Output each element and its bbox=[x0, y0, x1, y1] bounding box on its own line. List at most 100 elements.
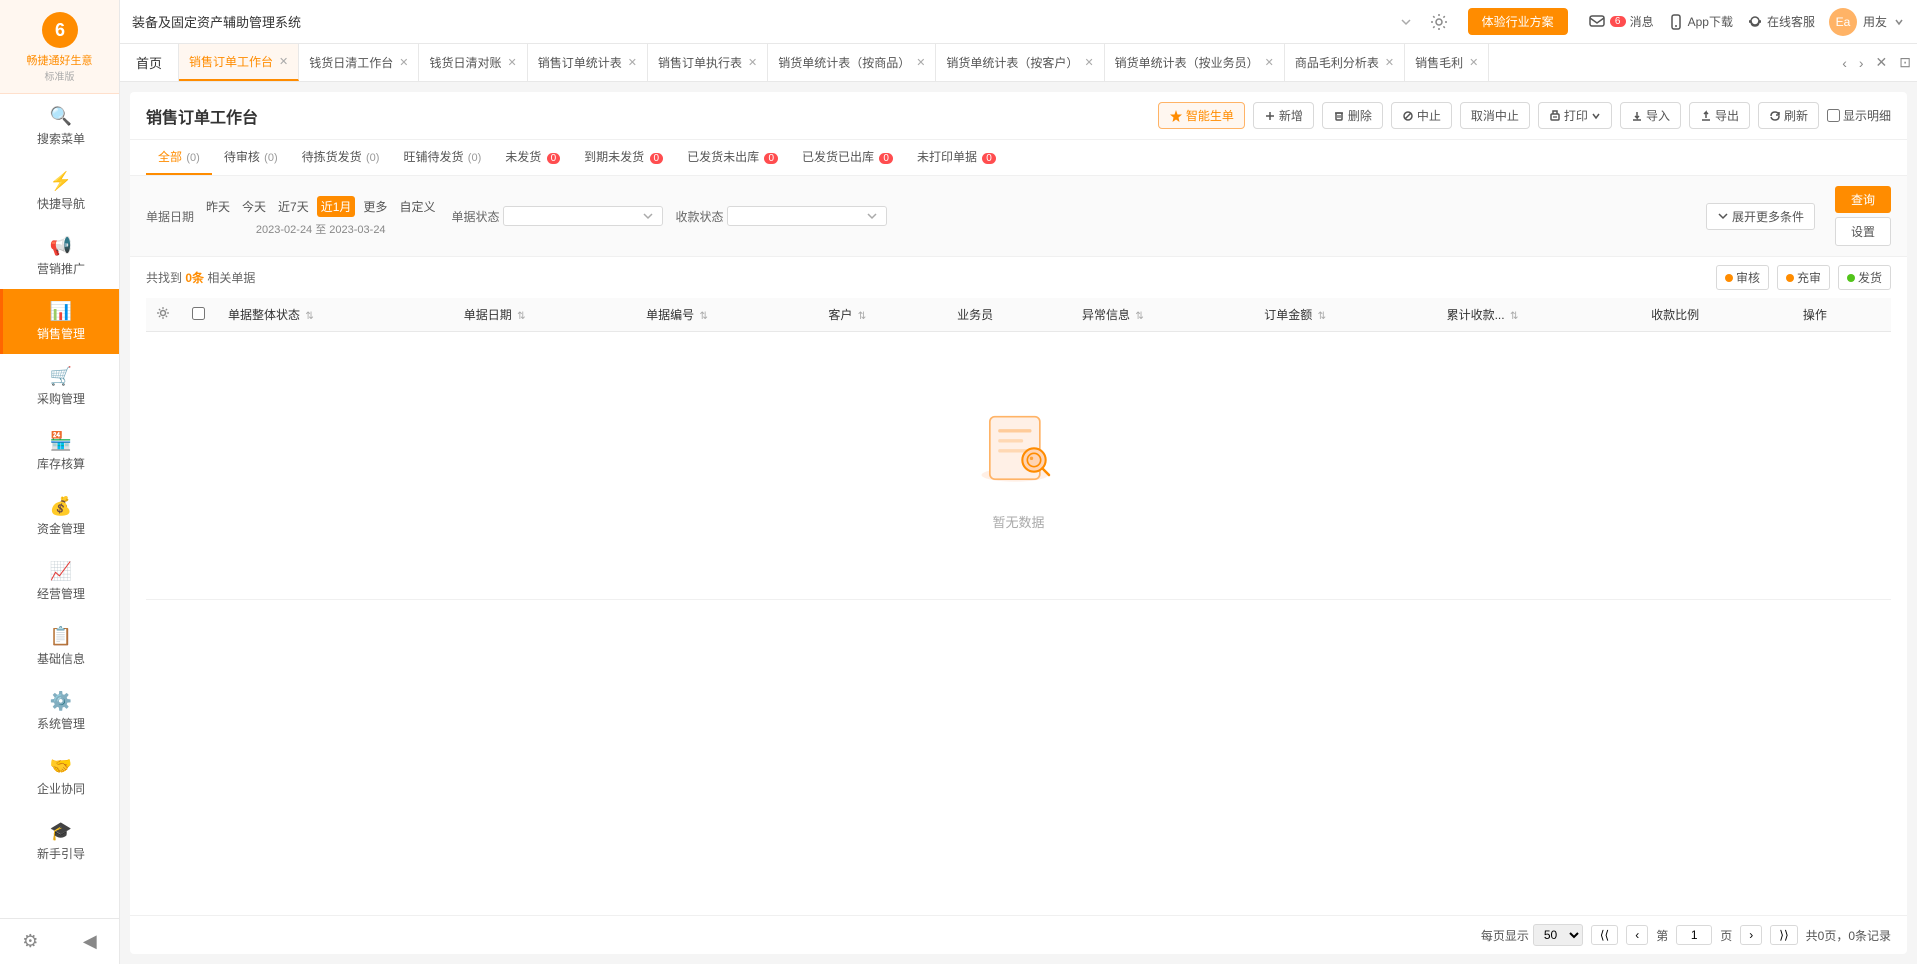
show-detail-input[interactable] bbox=[1827, 109, 1840, 122]
sidebar-item-operations[interactable]: 📈 经营管理 bbox=[0, 549, 119, 614]
tab-close-icon[interactable]: ✕ bbox=[1084, 56, 1093, 69]
sub-tab-wangpu[interactable]: 旺铺待发货 (0) bbox=[391, 140, 493, 175]
date-option-7days[interactable]: 近7天 bbox=[274, 196, 313, 217]
sidebar-item-marketing[interactable]: 📢 营销推广 bbox=[0, 224, 119, 289]
page-size-dropdown[interactable]: 50 20 100 bbox=[1533, 924, 1583, 946]
message-btn[interactable]: 6 消息 bbox=[1588, 13, 1654, 31]
settings-btn[interactable]: ⚙ bbox=[14, 927, 46, 956]
date-option-today[interactable]: 今天 bbox=[238, 196, 270, 217]
date-option-custom[interactable]: 自定义 bbox=[395, 196, 439, 217]
tab-close-icon[interactable]: ✕ bbox=[748, 56, 757, 69]
sub-tab-not-printed[interactable]: 未打印单据 0 bbox=[905, 140, 1008, 175]
tab-sales-order-stats[interactable]: 销售订单统计表 ✕ bbox=[528, 44, 648, 81]
sort-icon[interactable]: ⇅ bbox=[1318, 311, 1326, 322]
page-next-btn[interactable]: › bbox=[1740, 925, 1762, 945]
sub-tab-not-shipped[interactable]: 未发货 0 bbox=[493, 140, 572, 175]
page-last-btn[interactable]: ⟩⟩ bbox=[1770, 925, 1797, 945]
sidebar-item-finance[interactable]: 💰 资金管理 bbox=[0, 484, 119, 549]
add-btn[interactable]: 新增 bbox=[1253, 102, 1314, 129]
import-btn[interactable]: 导入 bbox=[1620, 102, 1681, 129]
sort-icon[interactable]: ⇅ bbox=[305, 311, 313, 322]
query-btn[interactable]: 查询 bbox=[1835, 186, 1891, 213]
cancel-review-btn[interactable]: 充审 bbox=[1777, 265, 1830, 290]
refresh-btn[interactable]: 刷新 bbox=[1758, 102, 1819, 129]
sidebar-item-quick-nav[interactable]: ⚡ 快捷导航 bbox=[0, 159, 119, 224]
sort-icon[interactable]: ⇅ bbox=[517, 311, 525, 322]
tab-close-icon[interactable]: ✕ bbox=[279, 55, 288, 68]
tab-sales-more[interactable]: 销售毛利 ✕ bbox=[1405, 44, 1489, 81]
sidebar-item-basic-info[interactable]: 📋 基础信息 bbox=[0, 614, 119, 679]
th-checkbox[interactable] bbox=[182, 298, 218, 332]
sub-tab-shipped-not-out[interactable]: 已发货未出库 0 bbox=[675, 140, 790, 175]
stop-btn[interactable]: 中止 bbox=[1391, 102, 1452, 129]
tab-sales-order-workbench[interactable]: 销售订单工作台 ✕ bbox=[179, 44, 299, 81]
sidebar-item-cooperation[interactable]: 🤝 企业协同 bbox=[0, 744, 119, 809]
tab-cash-daily[interactable]: 钱货日清工作台 ✕ bbox=[299, 44, 419, 81]
page-first-btn[interactable]: ⟨⟨ bbox=[1591, 925, 1618, 945]
table-settings-icon[interactable] bbox=[156, 306, 170, 320]
sub-tab-all[interactable]: 全部 (0) bbox=[146, 140, 212, 175]
page-number-input[interactable] bbox=[1676, 925, 1712, 945]
sidebar-item-inventory[interactable]: 🏪 库存核算 bbox=[0, 419, 119, 484]
online-service-btn[interactable]: 在线客服 bbox=[1747, 13, 1815, 30]
scrollbar-area[interactable] bbox=[130, 912, 1907, 920]
sort-icon[interactable]: ⇅ bbox=[1510, 311, 1518, 322]
print-btn[interactable]: 打印 bbox=[1538, 102, 1612, 129]
tab-sales-stats-employee[interactable]: 销货单统计表（按业务员） ✕ bbox=[1105, 44, 1285, 81]
industry-solution-btn[interactable]: 体验行业方案 bbox=[1468, 8, 1568, 35]
sub-tab-pending-delivery[interactable]: 待拣货发货 (0) bbox=[290, 140, 392, 175]
tab-home[interactable]: 首页 bbox=[120, 44, 179, 81]
system-name: 装备及固定资产辅助管理系统 bbox=[132, 12, 1390, 31]
tab-maximize-btn[interactable]: ⊡ bbox=[1893, 54, 1917, 71]
select-all-checkbox[interactable] bbox=[192, 307, 205, 320]
tab-close-icon[interactable]: ✕ bbox=[628, 56, 637, 69]
sidebar-item-guide[interactable]: 🎓 新手引导 bbox=[0, 809, 119, 874]
status-dropdown[interactable] bbox=[503, 206, 663, 226]
date-option-month[interactable]: 近1月 bbox=[317, 196, 356, 217]
sort-icon[interactable]: ⇅ bbox=[858, 311, 866, 322]
tab-sales-stats-customer[interactable]: 销货单统计表（按客户） ✕ bbox=[936, 44, 1104, 81]
sidebar-item-search[interactable]: 🔍 搜索菜单 bbox=[0, 94, 119, 159]
sort-icon[interactable]: ⇅ bbox=[699, 311, 707, 322]
tab-product-margin[interactable]: 商品毛利分析表 ✕ bbox=[1285, 44, 1405, 81]
date-option-more[interactable]: 更多 bbox=[359, 196, 391, 217]
review-btn[interactable]: 审核 bbox=[1716, 265, 1769, 290]
sidebar-item-system[interactable]: ⚙️ 系统管理 bbox=[0, 679, 119, 744]
user-area[interactable]: Ea 用友 bbox=[1829, 8, 1905, 36]
app-download-btn[interactable]: App下载 bbox=[1668, 13, 1733, 30]
cancel-stop-btn[interactable]: 取消中止 bbox=[1460, 102, 1530, 129]
tab-close-icon[interactable]: ✕ bbox=[916, 56, 925, 69]
expand-filter-btn[interactable]: 展开更多条件 bbox=[1706, 203, 1815, 230]
megaphone-icon: 📢 bbox=[50, 236, 72, 257]
ship-btn[interactable]: 发货 bbox=[1838, 265, 1891, 290]
tab-close-icon[interactable]: ✕ bbox=[508, 56, 517, 69]
tab-close-all-btn[interactable]: ✕ bbox=[1870, 54, 1894, 71]
settings-header-icon[interactable] bbox=[1430, 13, 1448, 31]
export-btn[interactable]: 导出 bbox=[1689, 102, 1750, 129]
delete-btn[interactable]: 删除 bbox=[1322, 102, 1383, 129]
sub-tab-shipped-out[interactable]: 已发货已出库 0 bbox=[790, 140, 905, 175]
set-btn[interactable]: 设置 bbox=[1835, 217, 1891, 246]
tab-cash-reconcile[interactable]: 钱货日清对账 ✕ bbox=[419, 44, 527, 81]
tab-close-icon[interactable]: ✕ bbox=[399, 56, 408, 69]
sub-tab-pending-review[interactable]: 待审核 (0) bbox=[212, 140, 290, 175]
tab-close-icon[interactable]: ✕ bbox=[1265, 56, 1274, 69]
sidebar-item-purchase[interactable]: 🛒 采购管理 bbox=[0, 354, 119, 419]
th-settings[interactable] bbox=[146, 298, 182, 332]
sidebar-item-sales[interactable]: 📊 销售管理 bbox=[0, 289, 119, 354]
show-detail-checkbox[interactable]: 显示明细 bbox=[1827, 107, 1891, 124]
tab-close-icon[interactable]: ✕ bbox=[1385, 56, 1394, 69]
page-prev-btn[interactable]: ‹ bbox=[1626, 925, 1648, 945]
smart-create-btn[interactable]: 智能生单 bbox=[1158, 102, 1245, 129]
collapse-btn[interactable]: ◀ bbox=[75, 927, 105, 956]
sort-icon[interactable]: ⇅ bbox=[1135, 311, 1143, 322]
tab-sales-order-exec[interactable]: 销售订单执行表 ✕ bbox=[648, 44, 768, 81]
tab-sales-stats-product[interactable]: 销货单统计表（按商品） ✕ bbox=[768, 44, 936, 81]
export-icon bbox=[1700, 110, 1712, 122]
payment-dropdown[interactable] bbox=[727, 206, 887, 226]
tab-next-btn[interactable]: › bbox=[1853, 55, 1870, 71]
sub-tab-expired-not-shipped[interactable]: 到期未发货 0 bbox=[572, 140, 675, 175]
date-option-yesterday[interactable]: 昨天 bbox=[202, 196, 234, 217]
tab-prev-btn[interactable]: ‹ bbox=[1836, 55, 1853, 71]
tab-close-icon[interactable]: ✕ bbox=[1469, 56, 1478, 69]
